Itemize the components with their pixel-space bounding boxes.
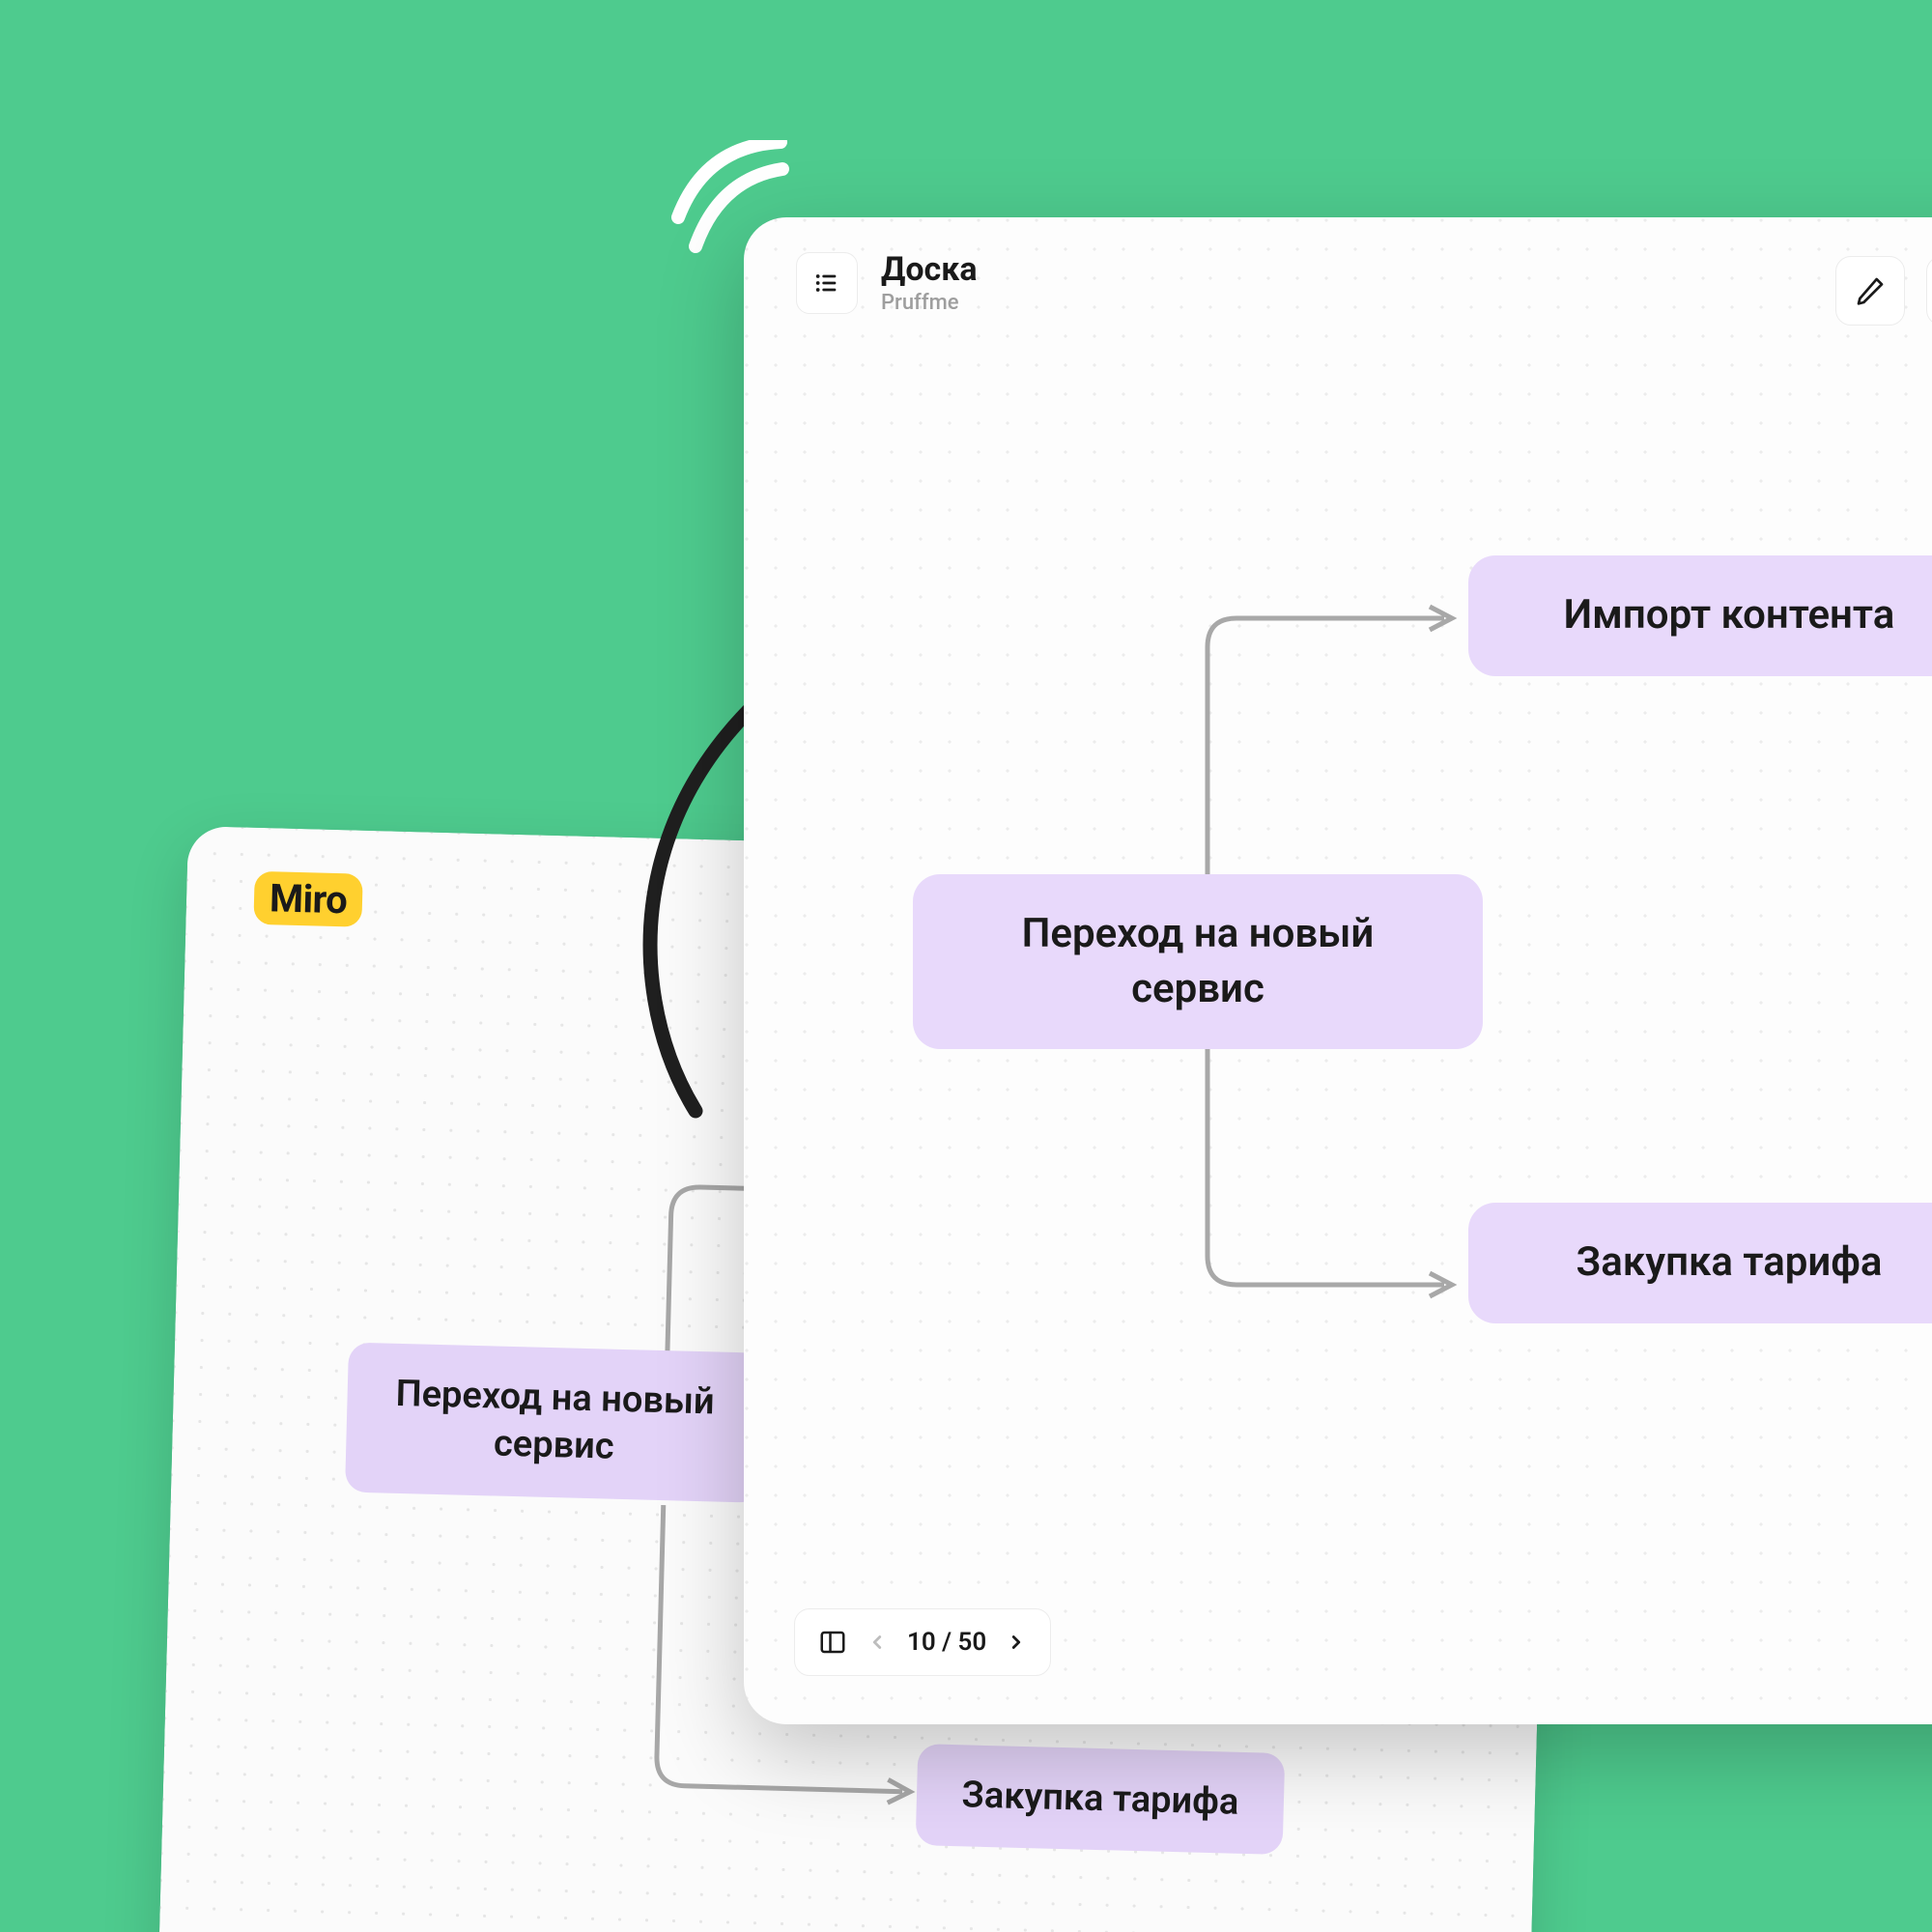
page-indicator: 10 / 50	[907, 1628, 986, 1657]
diagram-node-bottom[interactable]: Закупка тарифа	[916, 1744, 1286, 1855]
next-page-button[interactable]	[1006, 1632, 1027, 1653]
miro-logo: Miro	[253, 871, 363, 927]
diagram-node-main[interactable]: Переход на новый сервис	[913, 874, 1483, 1049]
pencil-icon	[1855, 275, 1886, 306]
diagram-node-purchase[interactable]: Закупка тарифа	[1468, 1203, 1932, 1323]
pagination-bar: 10 / 50	[794, 1608, 1051, 1676]
board-title: Доска	[881, 250, 978, 289]
chevron-left-icon	[867, 1632, 888, 1653]
toolbar	[1835, 256, 1932, 326]
list-icon	[813, 270, 840, 297]
list-menu-button[interactable]	[796, 252, 858, 314]
pruffme-board: Доска Pruffme Переход на нов	[744, 217, 1932, 1724]
diagram-node-import[interactable]: Импорт контента	[1468, 555, 1932, 676]
diagram-node-main[interactable]: Переход на новый сервис	[345, 1343, 764, 1503]
chevron-right-icon	[1006, 1632, 1027, 1653]
panel-toggle-icon[interactable]	[818, 1628, 847, 1657]
pencil-tool-button[interactable]	[1835, 256, 1905, 326]
prev-page-button[interactable]	[867, 1632, 888, 1653]
text-tool-button[interactable]	[1926, 256, 1932, 326]
board-subtitle: Pruffme	[881, 291, 978, 315]
board-header: Доска Pruffme	[796, 250, 978, 315]
